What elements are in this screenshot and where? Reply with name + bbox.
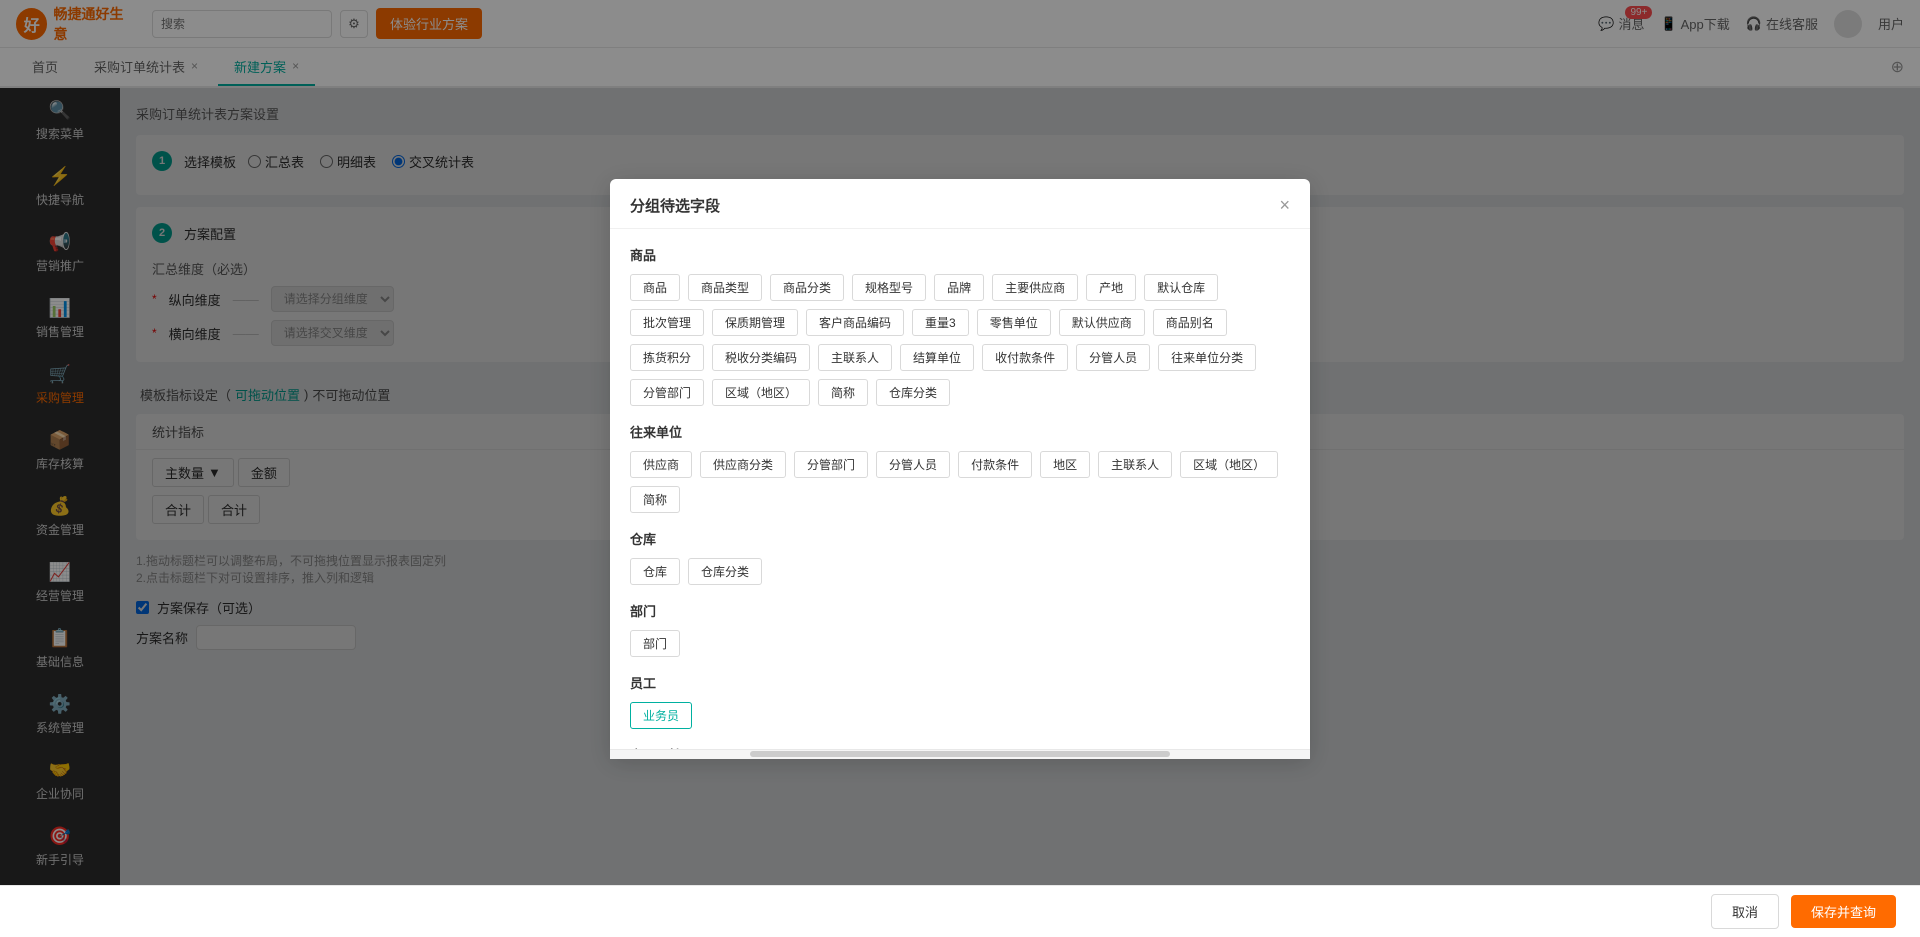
- field-chip-weight3[interactable]: 重量3: [912, 309, 969, 336]
- field-chip-salesperson[interactable]: 业务员: [630, 702, 692, 729]
- field-chip-expiry-mgmt[interactable]: 保质期管理: [712, 309, 798, 336]
- section-title-product: 商品: [630, 245, 1290, 264]
- field-chip-mgmt-dept[interactable]: 分管部门: [630, 379, 704, 406]
- field-grid-warehouse: 仓库 仓库分类: [630, 558, 1290, 585]
- field-chip-short-name[interactable]: 简称: [818, 379, 868, 406]
- section-title-staff: 员工: [630, 673, 1290, 692]
- modal-body[interactable]: 商品 商品 商品类型 商品分类 规格型号 品牌 主要供应商 产地 默认仓库 批次…: [610, 229, 1310, 749]
- field-chip-short-name2[interactable]: 简称: [630, 486, 680, 513]
- field-chip-supervisor[interactable]: 分管人员: [1076, 344, 1150, 371]
- field-chip-goods-category[interactable]: 商品分类: [770, 274, 844, 301]
- field-chip-alias[interactable]: 商品别名: [1153, 309, 1227, 336]
- field-chip-pick-points[interactable]: 拣货积分: [630, 344, 704, 371]
- cancel-button[interactable]: 取消: [1711, 894, 1779, 929]
- field-chip-wh-category[interactable]: 仓库分类: [688, 558, 762, 585]
- bottom-action-bar: 取消 保存并查询: [0, 885, 1920, 937]
- section-title-warehouse: 仓库: [630, 529, 1290, 548]
- field-grid-dept: 部门: [630, 630, 1290, 657]
- field-chip-main-supplier[interactable]: 主要供应商: [992, 274, 1078, 301]
- field-chip-customer-code[interactable]: 客户商品编码: [806, 309, 904, 336]
- field-chip-supplier[interactable]: 供应商: [630, 451, 692, 478]
- field-chip-goods-type[interactable]: 商品类型: [688, 274, 762, 301]
- modal-overlay: 分组待选字段 × 商品 商品 商品类型 商品分类 规格型号 品牌 主要供应商 产…: [0, 0, 1920, 937]
- field-chip-wh[interactable]: 仓库: [630, 558, 680, 585]
- field-chip-supervisor2[interactable]: 分管人员: [876, 451, 950, 478]
- field-chip-dept2[interactable]: 分管部门: [794, 451, 868, 478]
- field-chip-contact[interactable]: 主联系人: [818, 344, 892, 371]
- field-chip-spec-type[interactable]: 规格型号: [852, 274, 926, 301]
- field-chip-region2[interactable]: 地区: [1040, 451, 1090, 478]
- field-chip-brand[interactable]: 品牌: [934, 274, 984, 301]
- field-chip-origin[interactable]: 产地: [1086, 274, 1136, 301]
- field-chip-department[interactable]: 部门: [630, 630, 680, 657]
- field-chip-goods[interactable]: 商品: [630, 274, 680, 301]
- field-chip-tax-code[interactable]: 税收分类编码: [712, 344, 810, 371]
- field-chip-supplier-category[interactable]: 供应商分类: [700, 451, 786, 478]
- field-select-modal: 分组待选字段 × 商品 商品 商品类型 商品分类 规格型号 品牌 主要供应商 产…: [610, 179, 1310, 759]
- field-chip-region-area[interactable]: 区域（地区）: [1180, 451, 1278, 478]
- section-title-counterpart: 往来单位: [630, 422, 1290, 441]
- section-title-dept: 部门: [630, 601, 1290, 620]
- field-grid-product: 商品 商品类型 商品分类 规格型号 品牌 主要供应商 产地 默认仓库 批次管理 …: [630, 274, 1290, 406]
- modal-header: 分组待选字段 ×: [610, 179, 1310, 229]
- modal-horizontal-scrollbar[interactable]: [610, 749, 1310, 759]
- field-grid-staff: 业务员: [630, 702, 1290, 729]
- field-chip-warehouse-category[interactable]: 仓库分类: [876, 379, 950, 406]
- field-chip-default-supplier[interactable]: 默认供应商: [1059, 309, 1145, 336]
- field-chip-unit-category[interactable]: 往来单位分类: [1158, 344, 1256, 371]
- field-chip-contact2[interactable]: 主联系人: [1098, 451, 1172, 478]
- field-chip-batch-mgmt[interactable]: 批次管理: [630, 309, 704, 336]
- field-chip-payment-cond[interactable]: 付款条件: [958, 451, 1032, 478]
- field-chip-retail-unit[interactable]: 零售单位: [977, 309, 1051, 336]
- modal-close-button[interactable]: ×: [1279, 195, 1290, 216]
- field-chip-default-warehouse[interactable]: 默认仓库: [1144, 274, 1218, 301]
- save-query-button[interactable]: 保存并查询: [1791, 895, 1896, 928]
- field-chip-region[interactable]: 区域（地区）: [712, 379, 810, 406]
- field-chip-settlement-unit[interactable]: 结算单位: [900, 344, 974, 371]
- field-grid-counterpart: 供应商 供应商分类 分管部门 分管人员 付款条件 地区 主联系人 区域（地区） …: [630, 451, 1290, 513]
- field-chip-payment-terms[interactable]: 收付款条件: [982, 344, 1068, 371]
- modal-title: 分组待选字段: [630, 195, 720, 216]
